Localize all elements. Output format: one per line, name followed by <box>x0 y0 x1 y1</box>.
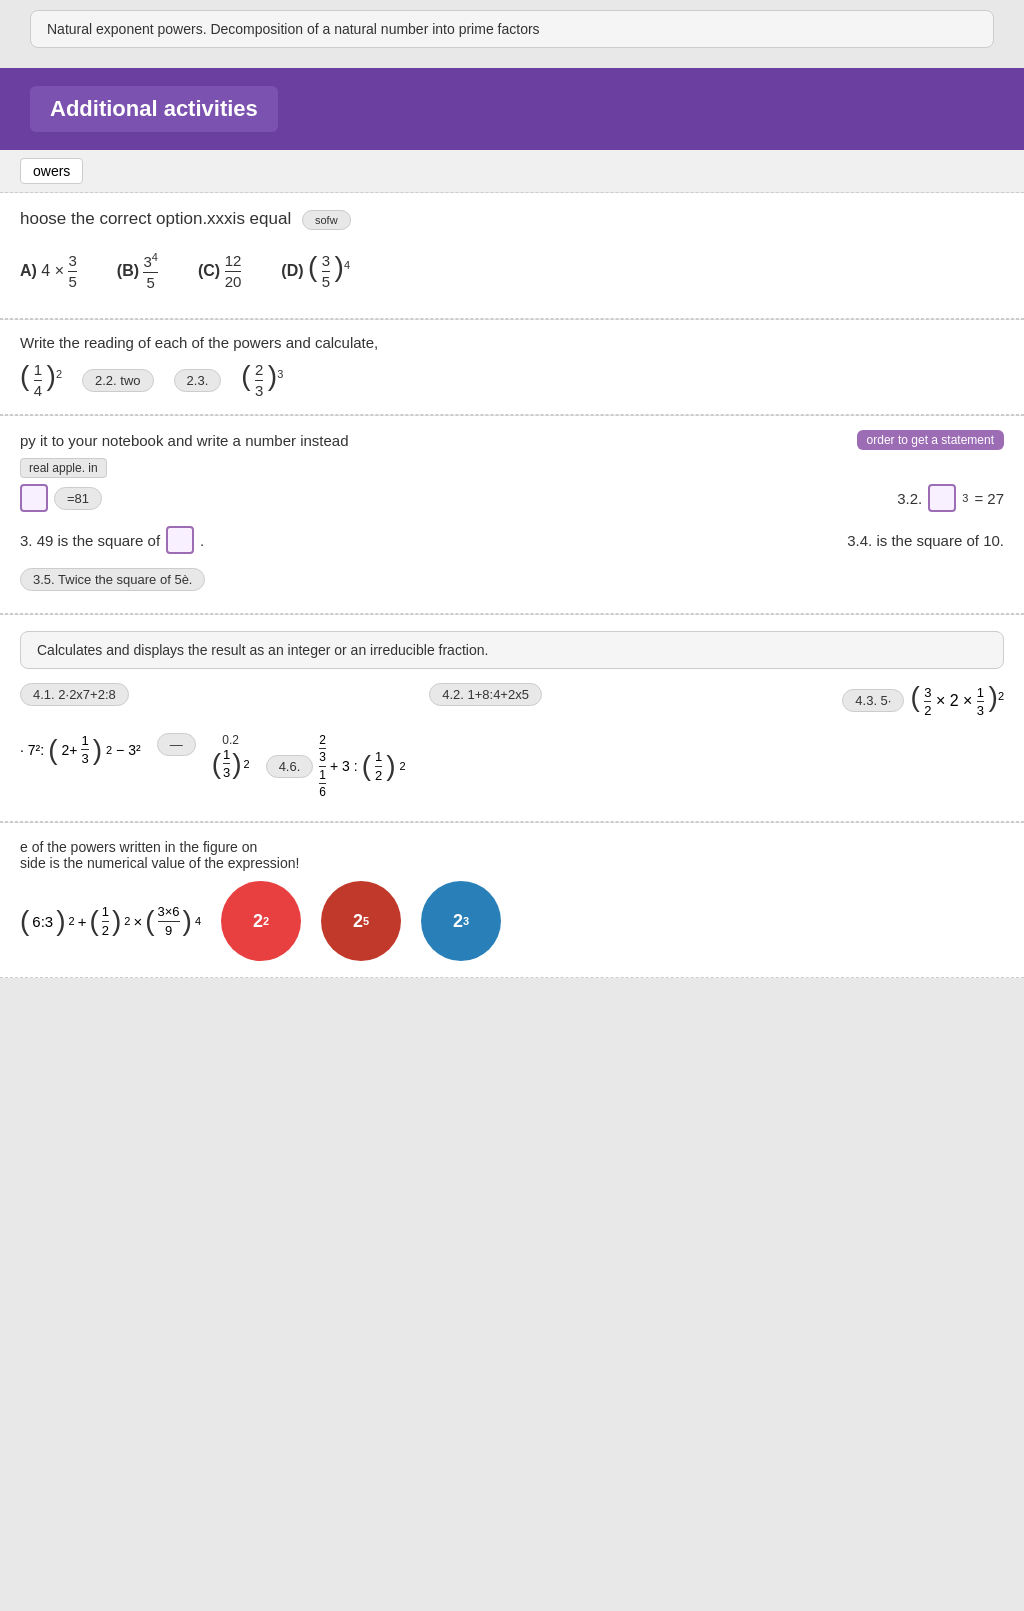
q3-item2-label: 3.2. <box>897 490 922 507</box>
q5-intro: e of the powers written in the figure on… <box>20 839 1004 871</box>
left-paren-d: ( <box>308 251 317 282</box>
q2-items-row: ( 1 4 )2 2.2. two 2.3. ( 2 3 )3 <box>20 361 1004 400</box>
option-a[interactable]: A) 4 × 3 5 <box>20 252 77 291</box>
section-header: Additional activities <box>0 68 1024 150</box>
question-2-block: Write the reading of each of the powers … <box>0 320 1024 415</box>
q3-item3-text: 3. 49 is the square of <box>20 532 160 549</box>
input-box-1[interactable] <box>20 484 48 512</box>
fraction-b: 34 5 <box>143 251 157 292</box>
q4-item-7sq: · 7²: ( 2+ 1 3 )2 − 3² <box>20 733 141 767</box>
input-box-3[interactable] <box>166 526 194 554</box>
q4-badge-43[interactable]: 4.3. 5· <box>842 689 904 712</box>
q3-item5-text: 3.5. Twice the square of 5è. <box>20 568 205 591</box>
option-b[interactable]: (B) 34 5 <box>117 251 158 292</box>
option-c[interactable]: (C) 12 20 <box>198 252 241 291</box>
q5-expression: (6:3)2 + ( 1 2 )2 × ( 3×6 9 )4 <box>20 904 201 938</box>
q3-item-5: 3.5. Twice the square of 5è. <box>20 568 205 591</box>
q3-item-2: 3.2. 3 = 27 <box>897 484 1004 512</box>
q3-row-2: 3. 49 is the square of . 3.4. is the squ… <box>20 526 1004 554</box>
q3-intro-text: py it to your notebook and write a numbe… <box>20 432 349 449</box>
q4-row-2: · 7²: ( 2+ 1 3 )2 − 3² — 0.2 ( 1 3 )2 4.… <box>20 733 1004 800</box>
option-d[interactable]: (D) ( 3 5 )4 <box>281 252 350 291</box>
question-4-block: Calculates and displays the result as an… <box>0 615 1024 822</box>
q2-badge-23: 2.3. <box>174 369 222 392</box>
q2-item-2: ( 2 3 )3 <box>241 361 283 400</box>
q4-dash: — <box>157 733 196 756</box>
order-badge: order to get a statement <box>857 430 1004 450</box>
fraction-c: 12 20 <box>225 252 242 291</box>
q4-item-42[interactable]: 4.2. 1+8:4+2x5 <box>429 683 542 706</box>
q5-figure-row: (6:3)2 + ( 1 2 )2 × ( 3×6 9 )4 22 25 23 <box>20 881 1004 961</box>
q2-title: Write the reading of each of the powers … <box>20 334 1004 351</box>
tab-row: owers <box>0 150 1024 192</box>
q4-item-02: 0.2 ( 1 3 )2 <box>212 733 250 781</box>
q3-row-1: =81 3.2. 3 = 27 <box>20 484 1004 512</box>
top-bar-text: Natural exponent powers. Decomposition o… <box>47 21 540 37</box>
fraction-d: 3 5 <box>322 252 330 291</box>
q3-item-1: =81 <box>20 484 102 512</box>
options-row: A) 4 × 3 5 (B) 34 5 (C) 12 20 (D) ( <box>20 241 1004 302</box>
q4-item-41[interactable]: 4.1. 2·2x7+2:8 <box>20 683 129 706</box>
q3-row-3: 3.5. Twice the square of 5è. <box>20 568 1004 591</box>
input-box-2[interactable] <box>928 484 956 512</box>
q3-item2-equals: = 27 <box>974 490 1004 507</box>
q3-item4-text: 3.4. is the square of 10. <box>847 532 1004 549</box>
equals-81-badge: =81 <box>54 487 102 510</box>
top-bar: Natural exponent powers. Decomposition o… <box>30 10 994 48</box>
q5-intro-line2: side is the numerical value of the expre… <box>20 855 1004 871</box>
q4-item-46: 4.6. 2 3 1 6 + <box>266 733 406 800</box>
tab-powers[interactable]: owers <box>20 158 83 184</box>
q1-badge: sofw <box>302 210 351 230</box>
q4-badge-46[interactable]: 4.6. <box>266 755 314 778</box>
question-5-block: e of the powers written in the figure on… <box>0 823 1024 978</box>
q5-intro-line1: e of the powers written in the figure on <box>20 839 1004 855</box>
flower-1: 22 <box>221 881 301 961</box>
q2-item-1: ( 1 4 )2 <box>20 361 62 400</box>
question-1-block: hoose the correct option.xxxis equal sof… <box>0 193 1024 319</box>
flower-3: 23 <box>421 881 501 961</box>
q2-badge-22[interactable]: 2.2. two <box>82 369 154 392</box>
q4-intro: Calculates and displays the result as an… <box>20 631 1004 669</box>
flower-2: 25 <box>321 881 401 961</box>
q4-row-1: 4.1. 2·2x7+2:8 4.2. 1+8:4+2x5 4.3. 5· ( … <box>20 683 1004 719</box>
right-paren-d: ) <box>335 251 344 282</box>
q4-item-43: 4.3. 5· ( 3 2 × 2 × 1 3 )2 <box>842 683 1004 719</box>
q3-intro-row: py it to your notebook and write a numbe… <box>20 430 1004 450</box>
q3-item-3: 3. 49 is the square of . <box>20 526 204 554</box>
real-apple-tag: real apple. in <box>20 458 107 478</box>
question-3-block: py it to your notebook and write a numbe… <box>0 416 1024 614</box>
fraction-a: 3 5 <box>68 252 76 291</box>
section-title: Additional activities <box>30 86 278 132</box>
q3-item-4: 3.4. is the square of 10. <box>847 532 1004 549</box>
question-1-intro: hoose the correct option.xxxis equal sof… <box>20 209 1004 229</box>
